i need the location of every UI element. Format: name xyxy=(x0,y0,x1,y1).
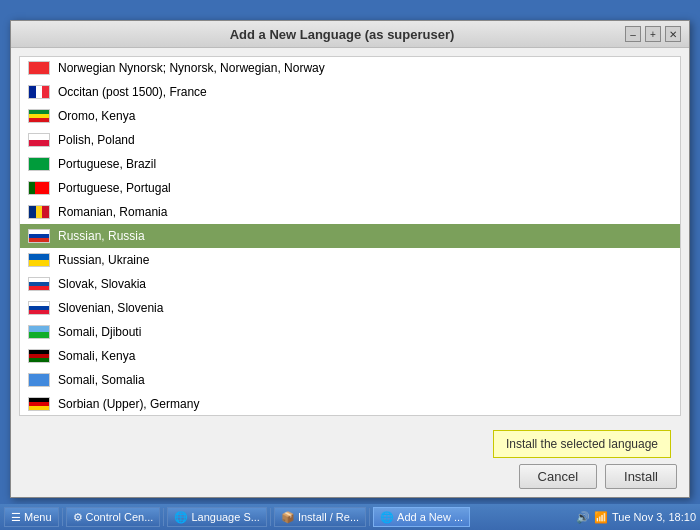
taskbar-sep-1 xyxy=(62,508,63,526)
lang-item-de[interactable]: Sorbian (Upper), Germany xyxy=(20,392,680,416)
lang-item-sk[interactable]: Slovak, Slovakia xyxy=(20,272,680,296)
lang-name-pt: Portuguese, Portugal xyxy=(58,181,171,195)
flag-ua xyxy=(28,253,50,267)
flag-ro xyxy=(28,205,50,219)
tooltip: Install the selected language xyxy=(493,430,671,458)
control-center-icon: ⚙ xyxy=(73,511,83,524)
window-controls: – + ✕ xyxy=(625,26,681,42)
lang-name-ro: Romanian, Romania xyxy=(58,205,167,219)
button-area: Install the selected language Cancel Ins… xyxy=(11,424,689,497)
close-button[interactable]: ✕ xyxy=(665,26,681,42)
taskbar-right: 🔊 📶 Tue Nov 3, 18:10 xyxy=(576,511,696,524)
lang-item-fr[interactable]: Occitan (post 1500), France xyxy=(20,80,680,104)
taskbar-install-label: Install / Re... xyxy=(298,511,359,523)
taskbar-time: Tue Nov 3, 18:10 xyxy=(612,511,696,523)
lang-item-pt[interactable]: Portuguese, Portugal xyxy=(20,176,680,200)
flag-sk xyxy=(28,277,50,291)
taskbar-sep-3 xyxy=(270,508,271,526)
flag-si xyxy=(28,301,50,315)
network-icon: 📶 xyxy=(594,511,608,524)
taskbar-control-center[interactable]: ⚙ Control Cen... xyxy=(66,507,161,527)
taskbar-language-settings[interactable]: 🌐 Language S... xyxy=(167,507,267,527)
taskbar-menu-label: Menu xyxy=(24,511,52,523)
lang-name-ke: Somali, Kenya xyxy=(58,349,135,363)
maximize-button[interactable]: + xyxy=(645,26,661,42)
taskbar-install-remove[interactable]: 📦 Install / Re... xyxy=(274,507,366,527)
lang-item-ua[interactable]: Russian, Ukraine xyxy=(20,248,680,272)
action-buttons: Cancel Install xyxy=(19,464,681,489)
lang-name-si: Slovenian, Slovenia xyxy=(58,301,163,315)
lang-item-ke[interactable]: Somali, Kenya xyxy=(20,344,680,368)
flag-de xyxy=(28,397,50,411)
taskbar: ☰ Menu ⚙ Control Cen... 🌐 Language S... … xyxy=(0,504,700,530)
language-list[interactable]: Maltese, MaltaManx, United KingdomMaori,… xyxy=(19,56,681,416)
taskbar-sep-2 xyxy=(163,508,164,526)
lang-item-pl[interactable]: Polish, Poland xyxy=(20,128,680,152)
flag-br xyxy=(28,157,50,171)
lang-name-dj: Somali, Djibouti xyxy=(58,325,141,339)
lang-name-sk: Slovak, Slovakia xyxy=(58,277,146,291)
lang-name-no: Norwegian Nynorsk; Nynorsk, Norwegian, N… xyxy=(58,61,325,75)
lang-item-dj[interactable]: Somali, Djibouti xyxy=(20,320,680,344)
lang-item-so[interactable]: Somali, Somalia xyxy=(20,368,680,392)
menu-icon: ☰ xyxy=(11,511,21,524)
taskbar-add-new-label: Add a New ... xyxy=(397,511,463,523)
flag-fr xyxy=(28,85,50,99)
flag-et xyxy=(28,109,50,123)
volume-icon[interactable]: 🔊 xyxy=(576,511,590,524)
taskbar-menu[interactable]: ☰ Menu xyxy=(4,507,59,527)
lang-item-ru[interactable]: Russian, Russia xyxy=(20,224,680,248)
flag-no xyxy=(28,61,50,75)
flag-ke xyxy=(28,349,50,363)
lang-name-br: Portuguese, Brazil xyxy=(58,157,156,171)
minimize-button[interactable]: – xyxy=(625,26,641,42)
flag-pl xyxy=(28,133,50,147)
lang-name-et: Oromo, Kenya xyxy=(58,109,135,123)
lang-item-si[interactable]: Slovenian, Slovenia xyxy=(20,296,680,320)
taskbar-add-new[interactable]: 🌐 Add a New ... xyxy=(373,507,470,527)
install-button[interactable]: Install xyxy=(605,464,677,489)
install-remove-icon: 📦 xyxy=(281,511,295,524)
taskbar-language-label: Language S... xyxy=(191,511,260,523)
lang-item-ro[interactable]: Romanian, Romania xyxy=(20,200,680,224)
lang-item-no[interactable]: Norwegian Nynorsk; Nynorsk, Norwegian, N… xyxy=(20,56,680,80)
lang-name-pl: Polish, Poland xyxy=(58,133,135,147)
cancel-button[interactable]: Cancel xyxy=(519,464,597,489)
lang-item-et[interactable]: Oromo, Kenya xyxy=(20,104,680,128)
title-bar: Add a New Language (as superuser) – + ✕ xyxy=(11,21,689,48)
main-window: Add a New Language (as superuser) – + ✕ … xyxy=(10,20,690,498)
lang-name-ru: Russian, Russia xyxy=(58,229,145,243)
lang-item-br[interactable]: Portuguese, Brazil xyxy=(20,152,680,176)
add-new-icon: 🌐 xyxy=(380,511,394,524)
lang-name-ua: Russian, Ukraine xyxy=(58,253,149,267)
flag-dj xyxy=(28,325,50,339)
flag-pt xyxy=(28,181,50,195)
taskbar-control-label: Control Cen... xyxy=(86,511,154,523)
window-title: Add a New Language (as superuser) xyxy=(59,27,625,42)
lang-name-so: Somali, Somalia xyxy=(58,373,145,387)
lang-name-de: Sorbian (Upper), Germany xyxy=(58,397,199,411)
flag-ru xyxy=(28,229,50,243)
flag-so xyxy=(28,373,50,387)
taskbar-sep-4 xyxy=(369,508,370,526)
language-settings-icon: 🌐 xyxy=(174,511,188,524)
lang-name-fr: Occitan (post 1500), France xyxy=(58,85,207,99)
